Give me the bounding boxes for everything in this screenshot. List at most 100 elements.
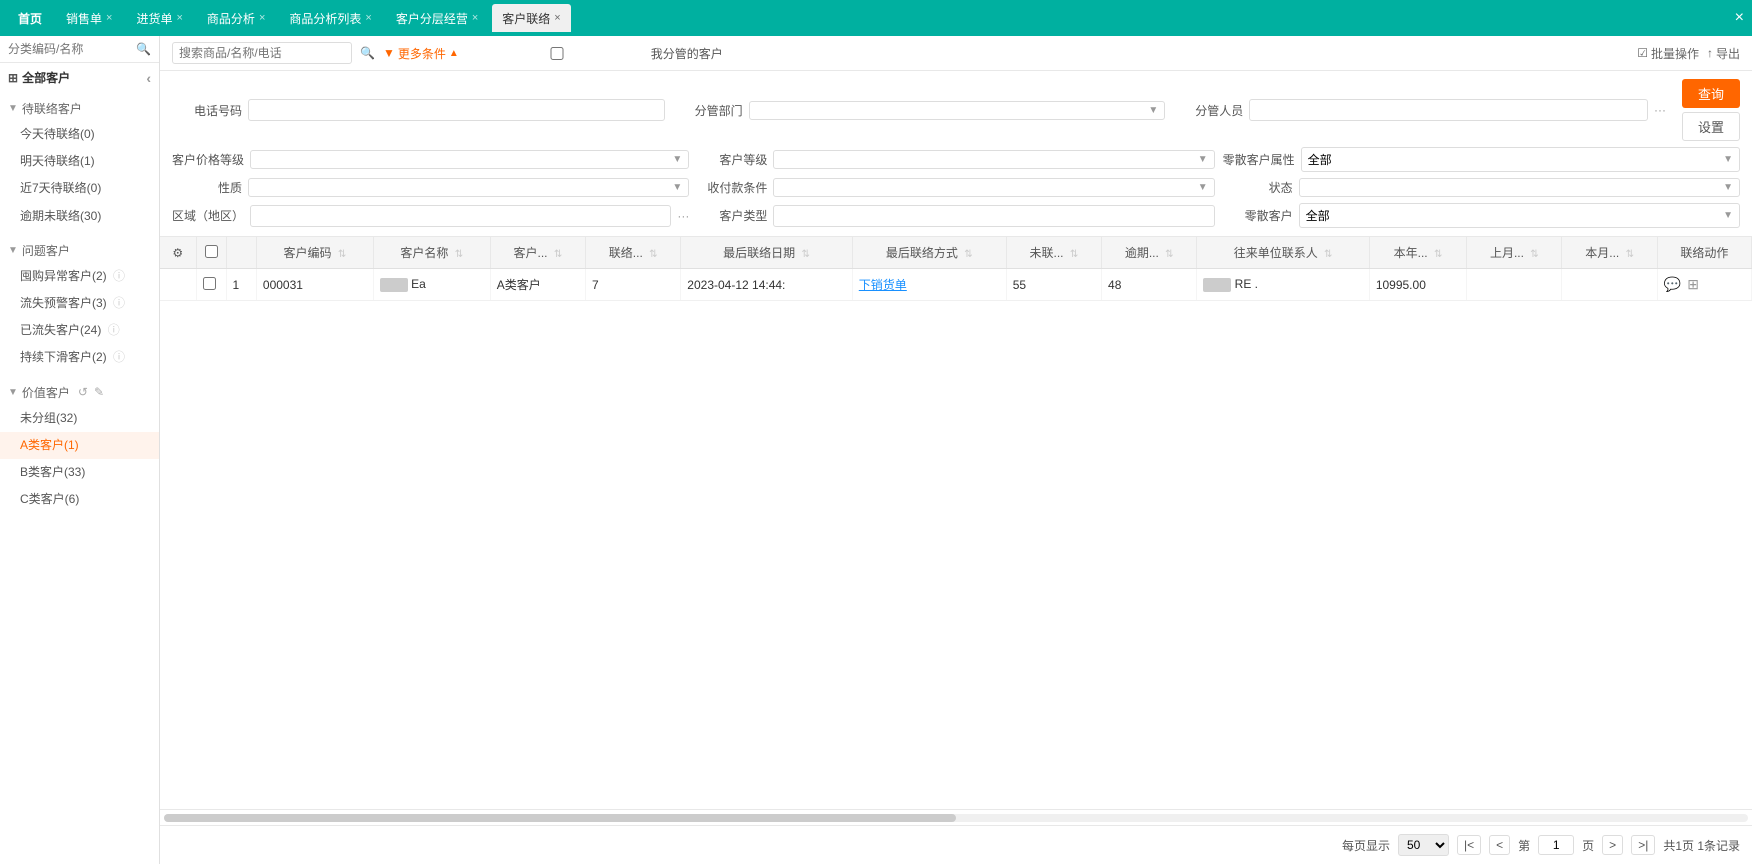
filter-region-more[interactable]: ···	[677, 209, 689, 223]
table-header-row: ⚙ 客户编码 ⇅ 客户名称 ⇅ 客户... ⇅ 联络... ⇅ 最后联络日期 ⇅…	[160, 237, 1752, 269]
first-page-btn[interactable]: |<	[1457, 835, 1481, 855]
sidebar-item-unclassified[interactable]: 未分组(32)	[0, 405, 159, 432]
window-close-button[interactable]: ×	[1735, 9, 1744, 27]
th-last-month[interactable]: 上月... ⇅	[1467, 237, 1562, 269]
sidebar-group-problem-title[interactable]: ▼ 问题客户	[0, 238, 159, 263]
refresh-icon[interactable]: ↺	[78, 385, 88, 399]
filter-price-level-select[interactable]: ▼	[250, 150, 689, 169]
nav-tab-customer-contact-close[interactable]: ×	[554, 12, 560, 24]
sidebar-search-input[interactable]	[8, 42, 132, 56]
th-last-method[interactable]: 最后联络方式 ⇅	[852, 237, 1006, 269]
sidebar-group-pending-title[interactable]: ▼ 待联络客户	[0, 96, 159, 121]
search-icon[interactable]: 🔍	[360, 46, 375, 60]
current-page-input[interactable]	[1538, 835, 1574, 855]
page-size-select[interactable]: 50 100 200	[1398, 834, 1449, 856]
sidebar-item-a-class[interactable]: A类客户(1)	[0, 432, 159, 459]
filter-manager-label: 分管人员	[1173, 102, 1243, 119]
sidebar-item-hoarding[interactable]: 囤购异常客户(2) ⓘ	[0, 263, 159, 290]
chevron-down-icon7: ▼	[1723, 182, 1733, 193]
sidebar-item-c-class[interactable]: C类客户(6)	[0, 486, 159, 513]
filter-phone-input[interactable]	[248, 99, 665, 121]
nav-tab-purchase[interactable]: 进货单 ×	[126, 4, 192, 32]
sidebar-item-tomorrow-pending[interactable]: 明天待联络(1)	[0, 148, 159, 175]
th-overdue[interactable]: 逾期... ⇅	[1102, 237, 1197, 269]
data-table: ⚙ 客户编码 ⇅ 客户名称 ⇅ 客户... ⇅ 联络... ⇅ 最后联络日期 ⇅…	[160, 237, 1752, 301]
sidebar-item-b-class[interactable]: B类客户(33)	[0, 459, 159, 486]
export-button[interactable]: ↑ 导出	[1707, 45, 1740, 62]
td-this-month	[1562, 269, 1657, 301]
filter-manager-input[interactable]	[1249, 99, 1648, 121]
batch-ops-label: 批量操作	[1651, 45, 1699, 62]
sidebar-item-churn-warning[interactable]: 流失预警客户(3) ⓘ	[0, 290, 159, 317]
next-page-btn[interactable]: >	[1602, 835, 1623, 855]
pagination: 每页显示 50 100 200 |< < 第 页 > >| 共1页 1条记录	[160, 825, 1752, 864]
sidebar-item-today-pending[interactable]: 今天待联络(0)	[0, 121, 159, 148]
th-code[interactable]: 客户编码 ⇅	[256, 237, 373, 269]
th-unit-contact[interactable]: 往来单位联系人 ⇅	[1197, 237, 1369, 269]
filter-scattered-attr-select[interactable]: 全部 ▼	[1301, 147, 1740, 172]
chevron-down-icon2: ▼	[672, 154, 682, 165]
nav-home-label: 首页	[18, 10, 42, 27]
th-last-date[interactable]: 最后联络日期 ⇅	[681, 237, 852, 269]
filter-payment-select[interactable]: ▼	[773, 178, 1214, 197]
th-name[interactable]: 客户名称 ⇅	[373, 237, 490, 269]
scroll-thumb[interactable]	[164, 814, 956, 822]
sidebar-search-icon[interactable]: 🔍	[136, 42, 151, 56]
nav-home[interactable]: 首页	[8, 4, 52, 32]
qr-action-btn[interactable]: ⊞	[1687, 276, 1699, 293]
sidebar-group-value-title[interactable]: ▼ 价值客户 ↺ ✎	[0, 380, 159, 405]
filter-dept-select[interactable]: ▼	[749, 101, 1166, 120]
sidebar-item-churned[interactable]: 已流失客户(24) ⓘ	[0, 317, 159, 344]
nav-tab-customer-tier-close[interactable]: ×	[472, 12, 478, 24]
nav-tab-analysis-close[interactable]: ×	[259, 12, 265, 24]
sort-icon-overdue: ⇅	[1165, 249, 1173, 260]
sidebar-all-customers[interactable]: ⊞ 全部客户 ‹	[0, 63, 159, 92]
nav-tab-sales-close[interactable]: ×	[106, 12, 112, 24]
last-page-btn[interactable]: >|	[1631, 835, 1655, 855]
chat-action-btn[interactable]: 💬	[1664, 276, 1681, 293]
th-settings[interactable]: ⚙	[160, 237, 196, 269]
filter-nature-select[interactable]: ▼	[248, 178, 689, 197]
info-icon: ⓘ	[113, 269, 125, 283]
th-contact[interactable]: 联络... ⇅	[586, 237, 681, 269]
nav-tab-customer-contact[interactable]: 客户联络 ×	[492, 4, 570, 32]
td-this-year: 10995.00	[1369, 269, 1466, 301]
prev-page-btn[interactable]: <	[1489, 835, 1510, 855]
select-all-checkbox[interactable]	[205, 245, 218, 258]
last-method-link[interactable]: 下销货单	[859, 278, 907, 292]
settings-button[interactable]: 设置	[1682, 112, 1740, 141]
filter-manager-more[interactable]: ···	[1654, 103, 1666, 117]
sidebar-collapse-icon[interactable]: ‹	[146, 70, 151, 86]
batch-ops-button[interactable]: ☑ 批量操作	[1637, 45, 1699, 62]
th-no-contact[interactable]: 未联... ⇅	[1006, 237, 1101, 269]
nav-tab-purchase-close[interactable]: ×	[176, 12, 182, 24]
nav-tab-analysis-list[interactable]: 商品分析列表 ×	[279, 4, 381, 32]
filter-scattered-select[interactable]: 全部 ▼	[1299, 203, 1740, 228]
filter-region-input[interactable]	[250, 205, 671, 227]
arrow-down-icon3: ▼	[8, 387, 18, 398]
my-customers-check[interactable]: 我分管的客户	[467, 45, 723, 62]
sidebar-item-declining[interactable]: 持续下滑客户(2) ⓘ	[0, 344, 159, 371]
nav-tab-analysis-list-close[interactable]: ×	[365, 12, 371, 24]
row-checkbox[interactable]	[203, 277, 216, 290]
th-this-month[interactable]: 本月... ⇅	[1562, 237, 1657, 269]
nav-tab-customer-tier[interactable]: 客户分层经营 ×	[386, 4, 488, 32]
filter-status-select[interactable]: ▼	[1299, 178, 1740, 197]
filter-scattered-attr-label: 零散客户属性	[1223, 151, 1295, 168]
search-input[interactable]	[172, 42, 352, 64]
th-this-year[interactable]: 本年... ⇅	[1369, 237, 1466, 269]
sidebar-item-overdue-contact[interactable]: 逾期未联络(30)	[0, 203, 159, 230]
query-button[interactable]: 查询	[1682, 79, 1740, 108]
filter-price-level-label: 客户价格等级	[172, 151, 244, 168]
filter-customer-level-select[interactable]: ▼	[773, 150, 1214, 169]
edit-icon[interactable]: ✎	[94, 385, 104, 399]
more-filters-btn[interactable]: ▼ 更多条件 ▲	[383, 45, 459, 62]
sidebar-item-7days-pending[interactable]: 近7天待联络(0)	[0, 175, 159, 202]
my-customers-checkbox[interactable]	[467, 47, 647, 60]
nav-tab-analysis[interactable]: 商品分析 ×	[197, 4, 275, 32]
filter-payment: 收付款条件 ▼	[697, 178, 1214, 197]
nav-tab-sales[interactable]: 销售单 ×	[56, 4, 122, 32]
th-level[interactable]: 客户... ⇅	[490, 237, 585, 269]
filter-customer-type-input[interactable]	[773, 205, 1214, 227]
filter-nature: 性质 ▼	[172, 178, 689, 197]
